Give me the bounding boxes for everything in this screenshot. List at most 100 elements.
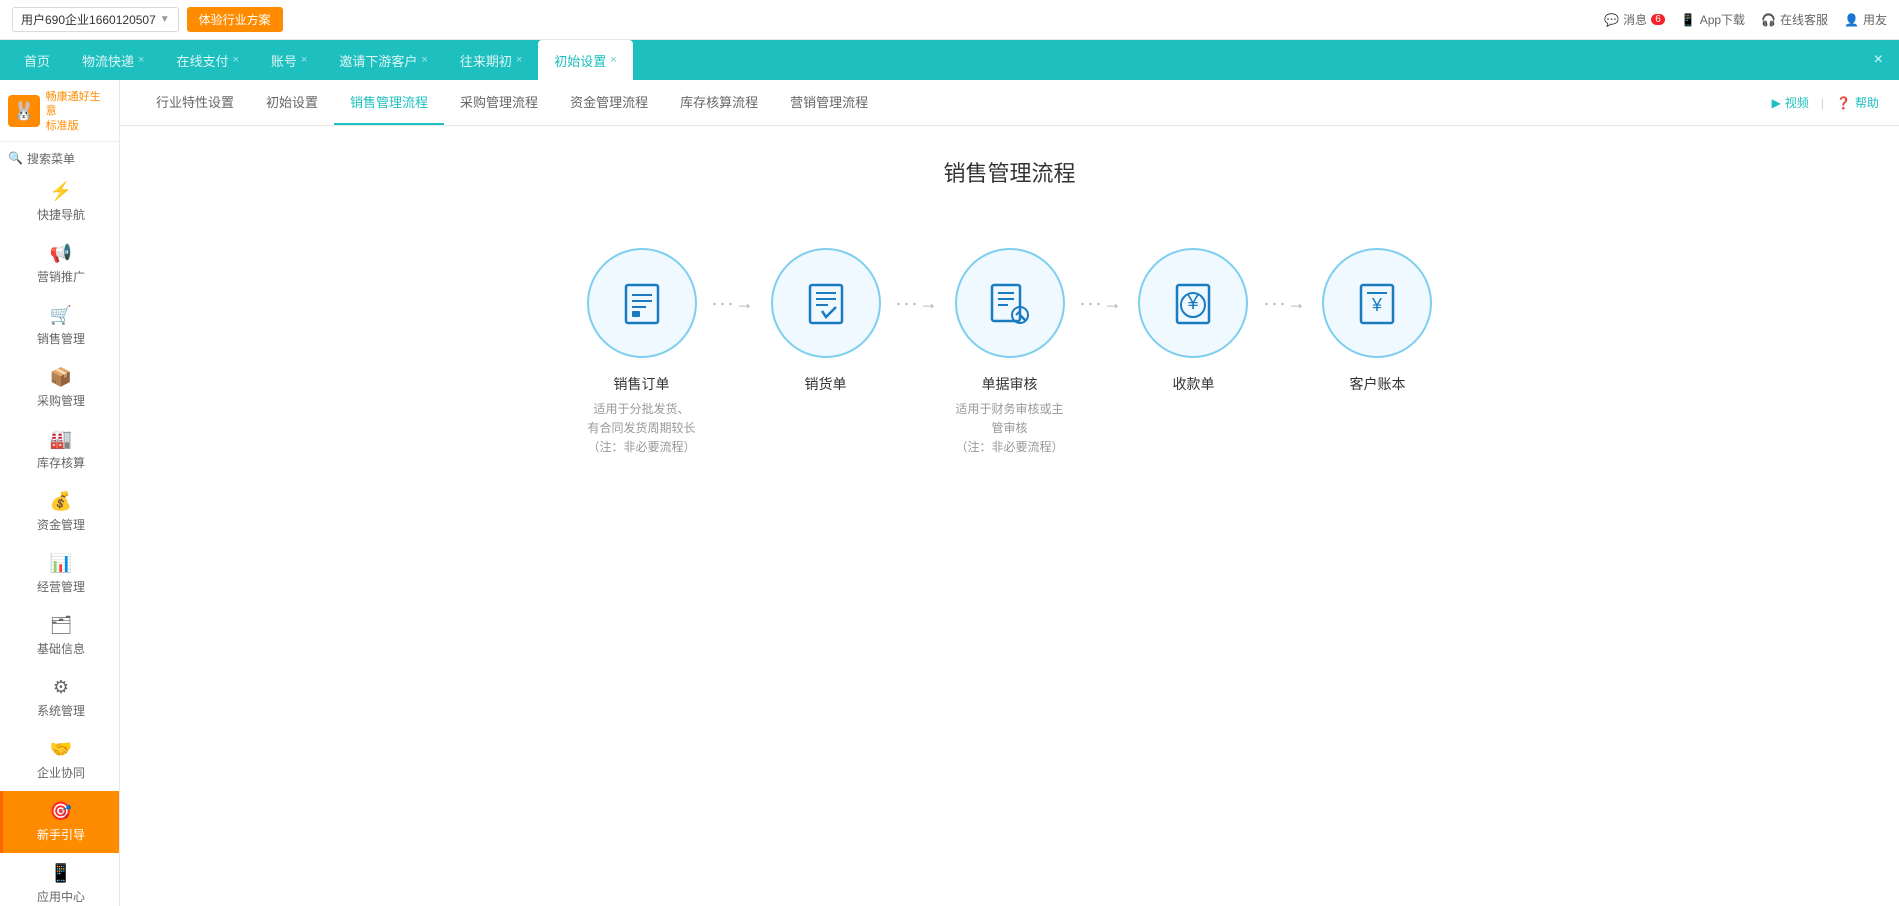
trial-button[interactable]: 体验行业方案 xyxy=(187,7,283,32)
sidebar-item-finance[interactable]: 💰 资金管理 xyxy=(0,481,119,543)
process-step-document-review: 单据审核 适用于财务审核或主管审核（注：非必要流程） xyxy=(930,248,1090,458)
online-service-button[interactable]: 🎧 在线客服 xyxy=(1761,11,1828,28)
process-step-desc-document-review: 适用于财务审核或主管审核（注：非必要流程） xyxy=(955,400,1063,458)
message-button[interactable]: 💬 消息 6 xyxy=(1604,11,1665,28)
process-step-delivery-order: 销货单 xyxy=(746,248,906,400)
svg-text:¥: ¥ xyxy=(1371,295,1383,315)
user-label: 用户690企业1660120507 xyxy=(21,11,156,28)
process-circle-receipt[interactable]: ¥ xyxy=(1138,248,1248,358)
sub-tabs-list: 行业特性设置初始设置销售管理流程采购管理流程资金管理流程库存核算流程营销管理流程 xyxy=(140,80,884,125)
sub-tab-sales-flow[interactable]: 销售管理流程 xyxy=(334,80,444,125)
sub-tab-marketing-flow[interactable]: 营销管理流程 xyxy=(774,80,884,125)
marketing-promo-icon: 📢 xyxy=(50,243,72,264)
sidebar-item-label: 系统管理 xyxy=(37,702,85,719)
nav-tab-account[interactable]: 账号 × xyxy=(255,40,323,80)
process-circle-document-review[interactable] xyxy=(955,248,1065,358)
close-tab-icon[interactable]: × xyxy=(610,54,616,66)
sidebar-item-label: 企业协同 xyxy=(37,764,85,781)
purchase-icon: 📦 xyxy=(50,367,72,388)
sidebar-item-label: 销售管理 xyxy=(37,330,85,347)
sub-tab-inventory-flow[interactable]: 库存核算流程 xyxy=(664,80,774,125)
top-bar-left: 用户690企业1660120507 ▼ 体验行业方案 xyxy=(12,7,283,32)
sub-tab-actions: ▶ 视频 | ❓ 帮助 xyxy=(1772,94,1879,111)
nav-tab-label: 首页 xyxy=(24,51,50,70)
video-link[interactable]: ▶ 视频 xyxy=(1772,94,1809,111)
sidebar-item-system[interactable]: ⚙ 系统管理 xyxy=(0,667,119,729)
process-circle-sales-order[interactable] xyxy=(587,248,697,358)
user-avatar-icon: 👤 xyxy=(1844,13,1859,27)
sidebar-item-new-guide[interactable]: 🎯 新手引导 xyxy=(0,791,119,853)
sidebar-search[interactable]: 🔍 搜索菜单 xyxy=(0,142,119,171)
nav-tab-label: 初始设置 xyxy=(554,51,606,70)
nav-tab-label: 账号 xyxy=(271,51,297,70)
sub-tab-purchase-flow[interactable]: 采购管理流程 xyxy=(444,80,554,125)
nav-tab-label: 物流快递 xyxy=(82,51,134,70)
top-bar: 用户690企业1660120507 ▼ 体验行业方案 💬 消息 6 📱 App下… xyxy=(0,0,1899,40)
nav-tab-label: 在线支付 xyxy=(176,51,228,70)
logo-icon: 🐰 xyxy=(8,95,40,127)
process-title: 销售管理流程 xyxy=(943,156,1075,188)
help-link[interactable]: ❓ 帮助 xyxy=(1836,94,1879,111)
sidebar-item-label: 快捷导航 xyxy=(37,206,85,223)
app-center-icon: 📱 xyxy=(50,863,72,884)
inventory-icon: 🏭 xyxy=(50,429,72,450)
process-circle-delivery-order[interactable] xyxy=(771,248,881,358)
sub-tabs: 行业特性设置初始设置销售管理流程采购管理流程资金管理流程库存核算流程营销管理流程… xyxy=(120,80,1899,126)
sidebar-item-inventory[interactable]: 🏭 库存核算 xyxy=(0,419,119,481)
process-step-name-document-review: 单据审核 xyxy=(982,374,1038,394)
user-selector[interactable]: 用户690企业1660120507 ▼ xyxy=(12,7,179,32)
finance-icon: 💰 xyxy=(50,491,72,512)
sidebar-item-quick-nav[interactable]: ⚡ 快捷导航 xyxy=(0,171,119,233)
sub-tab-init-settings[interactable]: 初始设置 xyxy=(250,80,334,125)
sidebar-item-label: 库存核算 xyxy=(37,454,85,471)
system-icon: ⚙ xyxy=(53,677,69,698)
sidebar-item-app-center[interactable]: 📱 应用中心 xyxy=(0,853,119,906)
sub-tab-industry[interactable]: 行业特性设置 xyxy=(140,80,250,125)
nav-tab-label: 邀请下游客户 xyxy=(339,51,417,70)
nav-tab-home[interactable]: 首页 xyxy=(8,40,66,80)
sidebar-item-purchase[interactable]: 📦 采购管理 xyxy=(0,357,119,419)
message-badge: 6 xyxy=(1651,14,1665,25)
logo-text: 畅康通好生意 标准版 xyxy=(46,90,111,133)
sidebar-item-base-info[interactable]: 🗂 基础信息 xyxy=(0,605,119,667)
nav-tab-period[interactable]: 往来期初× xyxy=(444,40,538,80)
sidebar-item-marketing-promo[interactable]: 📢 营销推广 xyxy=(0,233,119,295)
sub-tab-finance-flow[interactable]: 资金管理流程 xyxy=(554,80,664,125)
app-download-button[interactable]: 📱 App下载 xyxy=(1681,11,1745,28)
sidebar-items: ⚡ 快捷导航 📢 营销推广 🛒 销售管理 📦 采购管理 🏭 库存核算 💰 资金管… xyxy=(0,171,119,906)
sidebar-item-operations[interactable]: 📊 经营管理 xyxy=(0,543,119,605)
close-tab-icon[interactable]: × xyxy=(138,54,144,66)
sidebar-item-label: 经营管理 xyxy=(37,578,85,595)
nav-tab-logistics[interactable]: 物流快递 × xyxy=(66,40,160,80)
base-info-icon: 🗂 xyxy=(50,615,73,636)
operations-icon: 📊 xyxy=(50,553,72,574)
quick-nav-icon: ⚡ xyxy=(50,181,72,202)
close-tab-icon[interactable]: × xyxy=(421,54,427,66)
nav-tab-invite[interactable]: 邀请下游客户 × xyxy=(323,40,443,80)
nav-tab-payment[interactable]: 在线支付 × xyxy=(160,40,254,80)
nav-tabs: 首页物流快递×在线支付×账号×邀请下游客户×往来期初×初始设置×× xyxy=(0,40,1899,80)
sidebar-item-sales[interactable]: 🛒 销售管理 xyxy=(0,295,119,357)
process-step-name-sales-order: 销售订单 xyxy=(614,374,670,394)
process-flow: 销售订单 适用于分批发货、有合同发货周期较长（注：非必要流程） ···→ 销货单… xyxy=(140,248,1879,458)
process-step-desc-sales-order: 适用于分批发货、有合同发货周期较长（注：非必要流程） xyxy=(588,400,696,458)
sidebar-item-label: 采购管理 xyxy=(37,392,85,409)
sidebar-item-label: 资金管理 xyxy=(37,516,85,533)
chevron-down-icon: ▼ xyxy=(160,14,170,25)
close-tab-icon[interactable]: × xyxy=(232,54,238,66)
close-all-tabs-button[interactable]: × xyxy=(1866,51,1891,69)
sidebar-logo: 🐰 畅康通好生意 标准版 xyxy=(0,80,119,142)
process-circle-customer-account[interactable]: ¥ xyxy=(1322,248,1432,358)
main-layout: 🐰 畅康通好生意 标准版 🔍 搜索菜单 ⚡ 快捷导航 📢 营销推广 🛒 销售管理… xyxy=(0,80,1899,906)
user-menu-button[interactable]: 👤 用友 xyxy=(1844,11,1887,28)
sidebar-item-label: 新手引导 xyxy=(37,826,85,843)
process-step-receipt: ¥ 收款单 xyxy=(1113,248,1273,400)
svg-text:¥: ¥ xyxy=(1187,292,1200,314)
close-tab-icon[interactable]: × xyxy=(301,54,307,66)
nav-tab-init[interactable]: 初始设置 × xyxy=(538,40,632,80)
app-icon: 📱 xyxy=(1681,13,1696,27)
process-step-customer-account: ¥ 客户账本 xyxy=(1297,248,1457,400)
close-tab-icon[interactable]: × xyxy=(516,54,522,66)
sidebar-item-enterprise-collab[interactable]: 🤝 企业协同 xyxy=(0,729,119,791)
sidebar: 🐰 畅康通好生意 标准版 🔍 搜索菜单 ⚡ 快捷导航 📢 营销推广 🛒 销售管理… xyxy=(0,80,120,906)
